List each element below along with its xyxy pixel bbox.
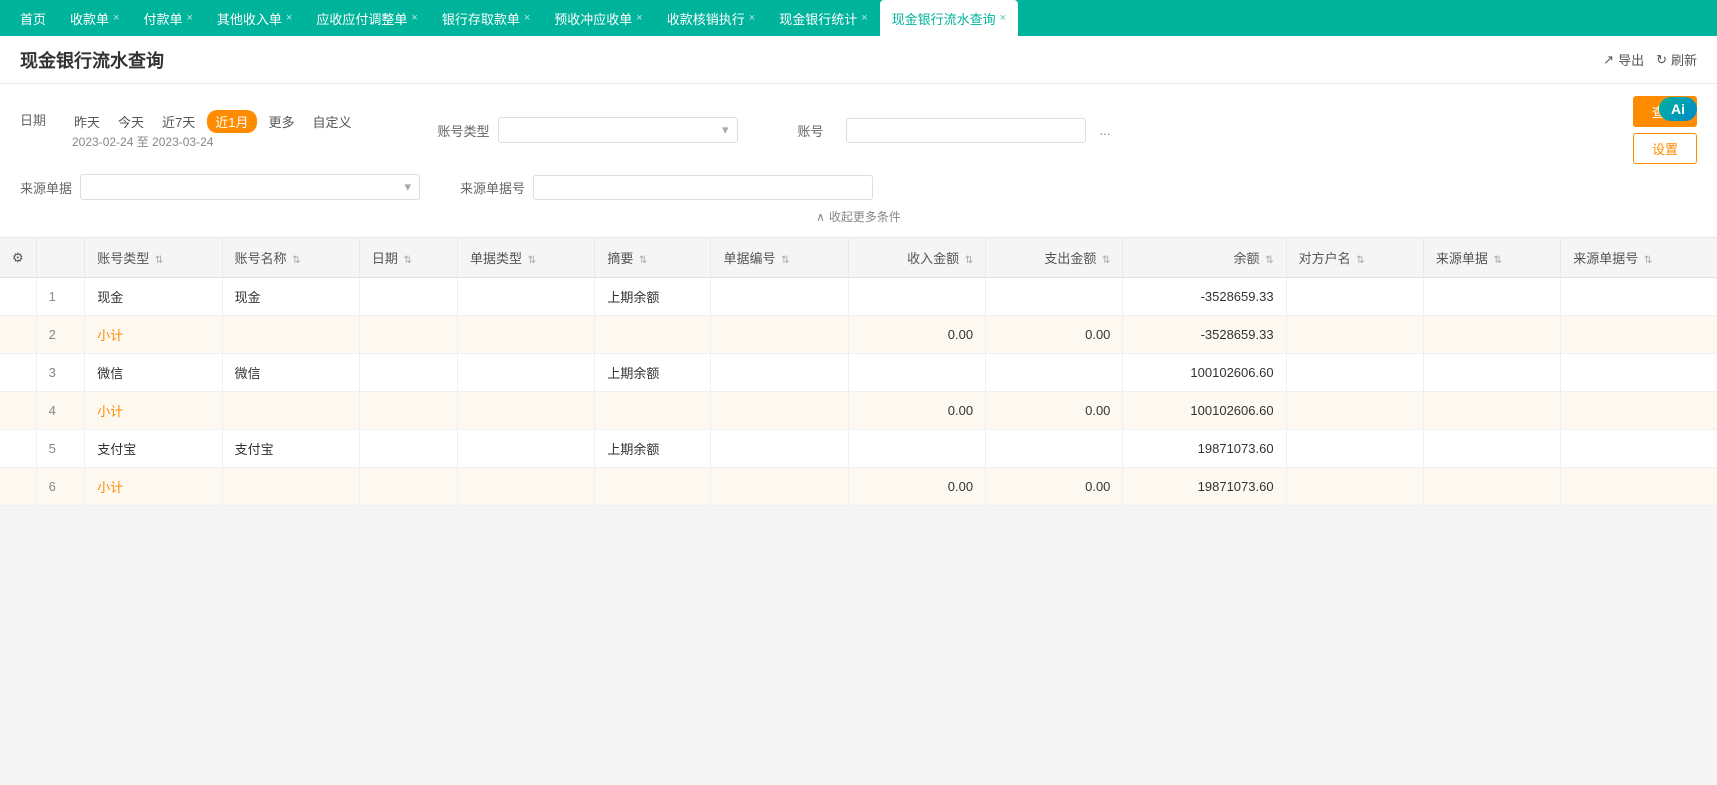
nav-close-other-income[interactable]: × bbox=[286, 12, 292, 24]
date-today[interactable]: 今天 bbox=[112, 110, 150, 133]
nav-close-payment[interactable]: × bbox=[186, 12, 192, 24]
col-doc-type[interactable]: 单据类型 ⇅ bbox=[458, 238, 595, 278]
nav-close-bank-stat[interactable]: × bbox=[861, 12, 867, 24]
account-type-label: 账号类型 bbox=[438, 121, 490, 140]
table-header-row: ⚙ 账号类型 ⇅ 账号名称 ⇅ 日期 ⇅ 单据类型 ⇅ bbox=[0, 238, 1717, 278]
col-source-doc[interactable]: 来源单据 ⇅ bbox=[1423, 238, 1560, 278]
sort-source-doc-icon: ⇅ bbox=[1494, 255, 1502, 266]
page-title: 现金银行流水查询 bbox=[20, 47, 164, 73]
refresh-button[interactable]: ↻ 刷新 bbox=[1656, 50, 1697, 69]
export-icon: ↗ bbox=[1603, 52, 1614, 68]
data-table: ⚙ 账号类型 ⇅ 账号名称 ⇅ 日期 ⇅ 单据类型 ⇅ bbox=[0, 238, 1717, 506]
nav-bank-flow[interactable]: 现金银行流水查询 × bbox=[880, 0, 1018, 36]
col-gear[interactable]: ⚙ bbox=[0, 238, 36, 278]
date-options: 昨天 今天 近7天 近1月 更多 自定义 bbox=[68, 110, 358, 133]
date-yesterday[interactable]: 昨天 bbox=[68, 110, 106, 133]
col-income[interactable]: 收入金额 ⇅ bbox=[848, 238, 985, 278]
account-type-dropdown-icon: ▾ bbox=[722, 122, 729, 138]
account-input[interactable] bbox=[846, 118, 1086, 143]
source-doc-dropdown-icon: ▾ bbox=[404, 179, 411, 195]
sort-income-icon: ⇅ bbox=[965, 255, 973, 266]
table-row: 2小计0.000.00-3528659.33 bbox=[0, 316, 1717, 354]
col-doc-num[interactable]: 单据编号 ⇅ bbox=[711, 238, 848, 278]
account-type-select[interactable]: ▾ bbox=[498, 117, 738, 143]
nav-close-receipt[interactable]: × bbox=[113, 12, 119, 24]
col-date[interactable]: 日期 ⇅ bbox=[359, 238, 457, 278]
table-wrapper: ⚙ 账号类型 ⇅ 账号名称 ⇅ 日期 ⇅ 单据类型 ⇅ bbox=[0, 238, 1717, 506]
source-doc-num-label: 来源单据号 bbox=[460, 178, 525, 197]
source-doc-label: 来源单据 bbox=[20, 178, 72, 197]
nav-payment[interactable]: 付款单 × bbox=[131, 0, 204, 36]
sort-counterparty-icon: ⇅ bbox=[1356, 255, 1364, 266]
top-nav: 首页 收款单 × 付款单 × 其他收入单 × 应收应付调整单 × 银行存取款单 … bbox=[0, 0, 1717, 36]
source-doc-select[interactable]: ▾ bbox=[80, 174, 420, 200]
sort-doc-num-icon: ⇅ bbox=[781, 255, 789, 266]
nav-home[interactable]: 首页 bbox=[8, 0, 58, 36]
filter-area: 日期 昨天 今天 近7天 近1月 更多 自定义 2023-02-24 至 202… bbox=[0, 84, 1717, 238]
collapse-icon: ∧ bbox=[816, 210, 825, 224]
table-row: 5支付宝支付宝上期余额19871073.60 bbox=[0, 430, 1717, 468]
nav-other-income[interactable]: 其他收入单 × bbox=[205, 0, 304, 36]
nav-receipt[interactable]: 收款单 × bbox=[58, 0, 131, 36]
date-more[interactable]: 更多 bbox=[263, 110, 301, 133]
table-row: 6小计0.000.0019871073.60 bbox=[0, 468, 1717, 506]
nav-close-verify[interactable]: × bbox=[749, 12, 755, 24]
nav-verify[interactable]: 收款核销执行 × bbox=[655, 0, 767, 36]
table-row: 3微信微信上期余额100102606.60 bbox=[0, 354, 1717, 392]
settings-button[interactable]: 设置 bbox=[1633, 133, 1697, 164]
col-index bbox=[36, 238, 85, 278]
account-more-btn[interactable]: ... bbox=[1094, 121, 1117, 140]
date-1month[interactable]: 近1月 bbox=[207, 110, 256, 133]
export-button[interactable]: ↗ 导出 bbox=[1603, 50, 1644, 69]
nav-prepay[interactable]: 预收冲应收单 × bbox=[542, 0, 654, 36]
nav-close-adjustment[interactable]: × bbox=[411, 12, 417, 24]
nav-close-prepay[interactable]: × bbox=[636, 12, 642, 24]
date-range-display: 2023-02-24 至 2023-03-24 bbox=[72, 133, 358, 150]
col-account-name[interactable]: 账号名称 ⇅ bbox=[222, 238, 359, 278]
filter-row-1: 日期 昨天 今天 近7天 近1月 更多 自定义 2023-02-24 至 202… bbox=[20, 96, 1697, 164]
nav-close-bank-deposit[interactable]: × bbox=[524, 12, 530, 24]
table-row: 1现金现金上期余额-3528659.33 bbox=[0, 278, 1717, 316]
table-row: 4小计0.000.00100102606.60 bbox=[0, 392, 1717, 430]
sort-doc-type-icon: ⇅ bbox=[528, 255, 536, 266]
source-doc-num-input[interactable] bbox=[533, 175, 873, 200]
nav-close-bank-flow[interactable]: × bbox=[1000, 12, 1006, 24]
sort-balance-icon: ⇅ bbox=[1265, 255, 1273, 266]
sort-expense-icon: ⇅ bbox=[1102, 255, 1110, 266]
sort-date-icon: ⇅ bbox=[404, 255, 412, 266]
table-body: 1现金现金上期余额-3528659.332小计0.000.00-3528659.… bbox=[0, 278, 1717, 506]
collapse-bar[interactable]: ∧ 收起更多条件 bbox=[20, 204, 1697, 225]
date-custom[interactable]: 自定义 bbox=[307, 110, 358, 133]
account-label: 账号 bbox=[798, 121, 838, 140]
col-expense[interactable]: 支出金额 ⇅ bbox=[986, 238, 1123, 278]
date-7days[interactable]: 近7天 bbox=[156, 110, 201, 133]
filter-row-2: 来源单据 ▾ 来源单据号 bbox=[20, 174, 1697, 200]
col-source-doc-num[interactable]: 来源单据号 ⇅ bbox=[1561, 238, 1717, 278]
sort-source-doc-num-icon: ⇅ bbox=[1644, 255, 1652, 266]
nav-bank-stat[interactable]: 现金银行统计 × bbox=[767, 0, 879, 36]
sort-account-type-icon: ⇅ bbox=[155, 255, 163, 266]
ai-badge[interactable]: Ai bbox=[1659, 97, 1697, 121]
col-counterparty[interactable]: 对方户名 ⇅ bbox=[1286, 238, 1423, 278]
sort-account-name-icon: ⇅ bbox=[292, 255, 300, 266]
col-summary[interactable]: 摘要 ⇅ bbox=[595, 238, 711, 278]
nav-adjustment[interactable]: 应收应付调整单 × bbox=[304, 0, 429, 36]
date-filter-label: 日期 bbox=[20, 110, 60, 129]
header-actions: ↗ 导出 ↻ 刷新 bbox=[1603, 50, 1697, 69]
nav-bank-deposit[interactable]: 银行存取款单 × bbox=[430, 0, 542, 36]
col-account-type[interactable]: 账号类型 ⇅ bbox=[85, 238, 222, 278]
header-bar: 现金银行流水查询 ↗ 导出 ↻ 刷新 bbox=[0, 36, 1717, 84]
refresh-icon: ↻ bbox=[1656, 52, 1667, 68]
sort-summary-icon: ⇅ bbox=[639, 255, 647, 266]
col-balance[interactable]: 余额 ⇅ bbox=[1123, 238, 1286, 278]
